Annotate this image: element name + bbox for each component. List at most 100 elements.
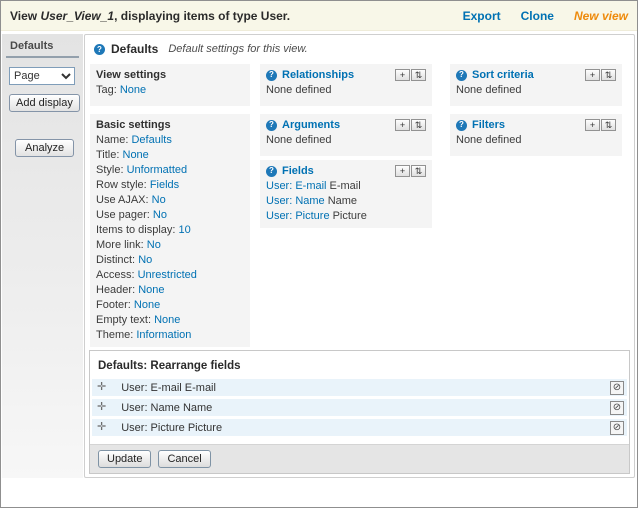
setting-value-link[interactable]: None (134, 299, 160, 311)
table-row: ✛ User: Picture Picture ⊘ (92, 419, 627, 436)
setting-theme: Theme: Information (96, 328, 244, 343)
help-icon[interactable]: ? (266, 69, 277, 81)
setting-label: Use AJAX: (96, 194, 149, 206)
rearrange-arguments-button[interactable]: ⇅ (411, 119, 426, 131)
table-row: ✛ User: E-mail E-mail ⊘ (92, 379, 627, 396)
setting-style: Style: Unformatted (96, 163, 244, 178)
new-view-link[interactable]: New view (574, 9, 628, 23)
field-link[interactable]: User: Name (266, 195, 325, 207)
setting-value-link[interactable]: 10 (179, 224, 191, 236)
relationships-panel: ? Relationships + ⇅ None defined (260, 64, 432, 106)
field-link[interactable]: User: Picture (266, 210, 330, 222)
help-icon[interactable]: ? (266, 119, 277, 131)
add-relationship-button[interactable]: + (395, 69, 410, 81)
sort-criteria-controls: + ⇅ (584, 69, 616, 81)
field-link[interactable]: User: E-mail (266, 180, 327, 192)
relationships-controls: + ⇅ (394, 69, 426, 81)
setting-footer: Footer: None (96, 298, 244, 313)
rearrange-filters-button[interactable]: ⇅ (601, 119, 616, 131)
fields-panel: ? Fields + ⇅ User: E-mail E-mail User: Na… (260, 160, 432, 228)
tab-defaults[interactable]: Defaults (6, 37, 79, 58)
sort-criteria-link[interactable]: Sort criteria (472, 68, 534, 82)
setting-value-link[interactable]: Defaults (131, 134, 171, 146)
view-settings-panel: View settings Tag: None (90, 64, 250, 106)
setting-value-link[interactable]: Fields (150, 179, 179, 191)
setting-label: Distinct: (96, 254, 136, 266)
rearrange-rows: ✛ User: E-mail E-mail ⊘ ✛ User: Name Nam… (90, 379, 629, 436)
view-title-bar: View User_View_1, displaying items of ty… (1, 1, 637, 31)
setting-value-link[interactable]: Unformatted (127, 164, 188, 176)
setting-label: Empty text: (96, 314, 152, 326)
export-link[interactable]: Export (463, 9, 501, 23)
help-icon[interactable]: ? (94, 43, 105, 55)
tag-value-link[interactable]: None (120, 84, 146, 96)
rearrange-fields-button[interactable]: ⇅ (411, 165, 426, 177)
rearrange-relationships-button[interactable]: ⇅ (411, 69, 426, 81)
setting-more-link: More link: No (96, 238, 244, 253)
display-type-select[interactable]: Page (9, 67, 75, 85)
setting-label: Theme: (96, 329, 134, 341)
setting-value-link[interactable]: None (123, 149, 149, 161)
remove-field-icon[interactable]: ⊘ (610, 420, 624, 435)
row-label: User: Name Name (121, 401, 213, 414)
drag-handle-icon[interactable]: ✛ (97, 422, 106, 433)
setting-distinct: Distinct: No (96, 253, 244, 268)
display-heading: Defaults (111, 42, 159, 56)
relationships-link[interactable]: Relationships (282, 68, 354, 82)
update-button[interactable]: Update (98, 450, 152, 468)
basic-settings-title: Basic settings (96, 119, 171, 131)
analyze-button[interactable]: Analyze (15, 139, 75, 157)
setting-value-link[interactable]: No (147, 239, 161, 251)
filters-head: ? Filters + ⇅ (456, 118, 616, 132)
sort-criteria-panel: ? Sort criteria + ⇅ None defined (450, 64, 622, 106)
setting-use-ajax: Use AJAX: No (96, 193, 244, 208)
arguments-link[interactable]: Arguments (282, 118, 340, 132)
setting-value-link[interactable]: No (153, 209, 167, 221)
add-display-button[interactable]: Add display (9, 94, 80, 112)
clone-link[interactable]: Clone (521, 9, 554, 23)
relationships-empty: None defined (266, 84, 332, 96)
view-actions: Export Clone New view (463, 9, 628, 23)
table-row: ✛ User: Name Name ⊘ (92, 399, 627, 416)
setting-value-link[interactable]: No (152, 194, 166, 206)
display-settings-box: ? Defaults Default settings for this vie… (84, 34, 635, 478)
row-label: User: E-mail E-mail (121, 381, 216, 394)
drag-handle-icon[interactable]: ✛ (97, 402, 106, 413)
setting-row-style: Row style: Fields (96, 178, 244, 193)
add-argument-button[interactable]: + (395, 119, 410, 131)
fields-link[interactable]: Fields (282, 164, 314, 178)
form-actions: Update Cancel (90, 444, 629, 473)
filters-empty: None defined (456, 134, 522, 146)
fields-head: ? Fields + ⇅ (266, 164, 426, 178)
help-icon[interactable]: ? (266, 165, 277, 177)
title-prefix: View (10, 8, 38, 23)
setting-value-link[interactable]: None (138, 284, 164, 296)
setting-label: Name: (96, 134, 129, 146)
row-label: User: Picture Picture (121, 421, 223, 434)
display-sidebar: Defaults Page Add display Analyze (2, 34, 83, 478)
remove-field-icon[interactable]: ⊘ (610, 380, 624, 395)
tag-setting: Tag: None (96, 83, 244, 98)
filters-panel: ? Filters + ⇅ None defined (450, 114, 622, 156)
setting-label: Use pager: (96, 209, 150, 221)
setting-value-link[interactable]: None (154, 314, 180, 326)
rearrange-sorts-button[interactable]: ⇅ (601, 69, 616, 81)
rearrange-fields-form: Defaults: Rearrange fields ✛ User: E-mai… (89, 350, 630, 474)
filters-link[interactable]: Filters (472, 118, 505, 132)
help-icon[interactable]: ? (456, 69, 467, 81)
field-item: User: Picture Picture (266, 209, 426, 224)
filters-controls: + ⇅ (584, 119, 616, 131)
setting-value-link[interactable]: Information (136, 329, 191, 341)
help-icon[interactable]: ? (456, 119, 467, 131)
add-filter-button[interactable]: + (585, 119, 600, 131)
add-field-button[interactable]: + (395, 165, 410, 177)
setting-label: Header: (96, 284, 136, 296)
remove-field-icon[interactable]: ⊘ (610, 400, 624, 415)
setting-value-link[interactable]: No (138, 254, 152, 266)
arguments-controls: + ⇅ (394, 119, 426, 131)
cancel-button[interactable]: Cancel (158, 450, 211, 468)
setting-value-link[interactable]: Unrestricted (138, 269, 197, 281)
add-sort-button[interactable]: + (585, 69, 600, 81)
drag-handle-icon[interactable]: ✛ (97, 382, 106, 393)
setting-label: Title: (96, 149, 120, 161)
